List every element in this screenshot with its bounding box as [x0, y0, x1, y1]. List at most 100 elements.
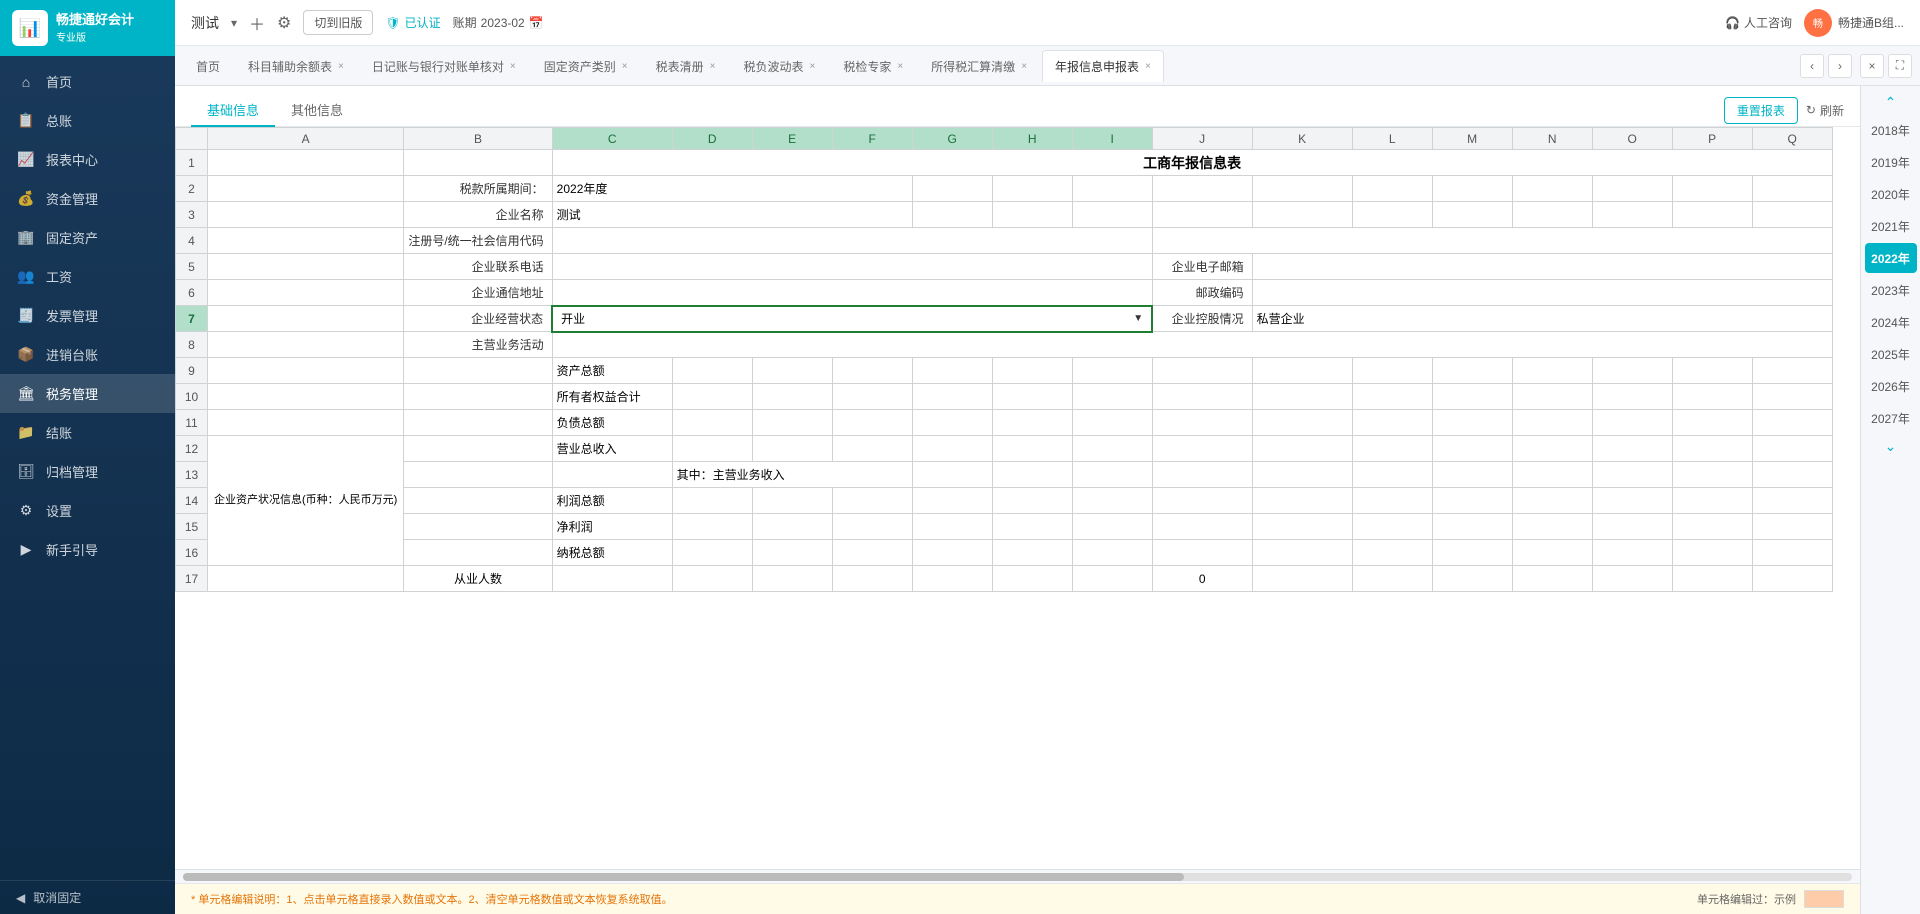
calendar-icon[interactable]: 📅 [529, 16, 544, 30]
cell-17D[interactable] [672, 566, 752, 592]
cell-7C-active[interactable]: 开业 ▼ [552, 306, 1152, 332]
sidebar-item-fixed-assets[interactable]: 🏢 固定资产 [0, 218, 175, 257]
year-item-2024[interactable]: 2024年 [1865, 307, 1917, 337]
cell-13H[interactable] [992, 462, 1072, 488]
cell-11B[interactable] [404, 410, 552, 436]
col-header-L[interactable]: L [1352, 128, 1432, 150]
cell-17O[interactable] [1592, 566, 1672, 592]
cell-3B[interactable]: 企业名称 [404, 202, 552, 228]
cell-9F[interactable] [832, 358, 912, 384]
cell-15B[interactable] [404, 514, 552, 540]
cell-1A[interactable] [208, 150, 404, 176]
cell-3M[interactable] [1432, 202, 1512, 228]
tab-tax-clearance-close[interactable]: × [710, 61, 716, 72]
topbar-add-btn[interactable]: ＋ [249, 11, 265, 35]
cell-14B[interactable] [404, 488, 552, 514]
tab-tax-wave-close[interactable]: × [809, 61, 815, 72]
cell-2B[interactable]: 税款所属期间： [404, 176, 552, 202]
cell-13J[interactable] [1152, 462, 1252, 488]
cell-6A[interactable] [208, 280, 404, 306]
col-header-P[interactable]: P [1672, 128, 1752, 150]
cell-3P[interactable] [1672, 202, 1752, 228]
cell-11F[interactable] [832, 410, 912, 436]
horizontal-scrollbar[interactable] [175, 869, 1860, 883]
cell-10N[interactable] [1512, 384, 1592, 410]
cell-13N[interactable] [1512, 462, 1592, 488]
cell-15Q[interactable] [1752, 514, 1832, 540]
cell-13L[interactable] [1352, 462, 1432, 488]
cell-15H[interactable] [992, 514, 1072, 540]
cell-7B[interactable]: 企业经营状态 [404, 306, 552, 332]
year-item-2026[interactable]: 2026年 [1865, 371, 1917, 401]
col-header-H[interactable]: H [992, 128, 1072, 150]
cell-16I[interactable] [1072, 540, 1152, 566]
cell-9D[interactable] [672, 358, 752, 384]
cell-3K[interactable] [1252, 202, 1352, 228]
cell-17J[interactable]: 0 [1152, 566, 1252, 592]
tab-fixed-assets-type-close[interactable]: × [622, 61, 628, 72]
year-item-2018[interactable]: 2018年 [1865, 115, 1917, 145]
cell-17F[interactable] [832, 566, 912, 592]
cell-14I[interactable] [1072, 488, 1152, 514]
cell-16N[interactable] [1512, 540, 1592, 566]
tab-journal[interactable]: 日记账与银行对账单核对 × [359, 50, 529, 82]
cell-9O[interactable] [1592, 358, 1672, 384]
cell-14K[interactable] [1252, 488, 1352, 514]
cell-13I[interactable] [1072, 462, 1152, 488]
cell-9A[interactable] [208, 358, 404, 384]
cell-10I[interactable] [1072, 384, 1152, 410]
cell-17M[interactable] [1432, 566, 1512, 592]
cell-13K[interactable] [1252, 462, 1352, 488]
cell-12O[interactable] [1592, 436, 1672, 462]
cell-7J[interactable]: 企业控股情况 [1152, 306, 1252, 332]
cell-6K[interactable] [1252, 280, 1832, 306]
tab-nav-next[interactable]: › [1828, 54, 1852, 78]
cell-9B[interactable] [404, 358, 552, 384]
col-header-K[interactable]: K [1252, 128, 1352, 150]
cell-14O[interactable] [1592, 488, 1672, 514]
cell-14Q[interactable] [1752, 488, 1832, 514]
cell-4B[interactable]: 注册号/统一社会信用代码 [404, 228, 552, 254]
cell-16L[interactable] [1352, 540, 1432, 566]
cell-12C[interactable]: 营业总收入 [552, 436, 672, 462]
cell-12P[interactable] [1672, 436, 1752, 462]
cell-1C[interactable]: 工商年报信息表 [552, 150, 1832, 176]
cell-10B[interactable] [404, 384, 552, 410]
cell-10O[interactable] [1592, 384, 1672, 410]
cell-10A[interactable] [208, 384, 404, 410]
cell-12H[interactable] [992, 436, 1072, 462]
year-item-2022[interactable]: 2022年 [1865, 243, 1917, 273]
cell-10Q[interactable] [1752, 384, 1832, 410]
cell-11M[interactable] [1432, 410, 1512, 436]
cell-17K[interactable] [1252, 566, 1352, 592]
cell-17A[interactable] [208, 566, 404, 592]
cell-3C[interactable]: 测试 [552, 202, 912, 228]
cell-16B[interactable] [404, 540, 552, 566]
cell-14C[interactable]: 利润总额 [552, 488, 672, 514]
tab-aux-balance-close[interactable]: × [338, 61, 344, 72]
cell-2A[interactable] [208, 176, 404, 202]
cell-11L[interactable] [1352, 410, 1432, 436]
cell-3G[interactable] [912, 202, 992, 228]
cell-11Q[interactable] [1752, 410, 1832, 436]
cell-10H[interactable] [992, 384, 1072, 410]
cell-16E[interactable] [752, 540, 832, 566]
spreadsheet-container[interactable]: A B C D E F G H I J K L [175, 127, 1860, 869]
cell-11A[interactable] [208, 410, 404, 436]
cell-16K[interactable] [1252, 540, 1352, 566]
cell-3O[interactable] [1592, 202, 1672, 228]
subtab-other[interactable]: 其他信息 [275, 94, 359, 127]
cell-16J[interactable] [1152, 540, 1252, 566]
cell-9Q[interactable] [1752, 358, 1832, 384]
year-item-2023[interactable]: 2023年 [1865, 275, 1917, 305]
cell-10P[interactable] [1672, 384, 1752, 410]
cell-3J[interactable] [1152, 202, 1252, 228]
cell-9C[interactable]: 资产总额 [552, 358, 672, 384]
cell-16C[interactable]: 纳税总额 [552, 540, 672, 566]
cell-15F[interactable] [832, 514, 912, 540]
tab-home[interactable]: 首页 [183, 50, 233, 82]
cell-10F[interactable] [832, 384, 912, 410]
cell-2C[interactable]: 2022年度 [552, 176, 912, 202]
cell-4J[interactable] [1152, 228, 1832, 254]
cell-10E[interactable] [752, 384, 832, 410]
